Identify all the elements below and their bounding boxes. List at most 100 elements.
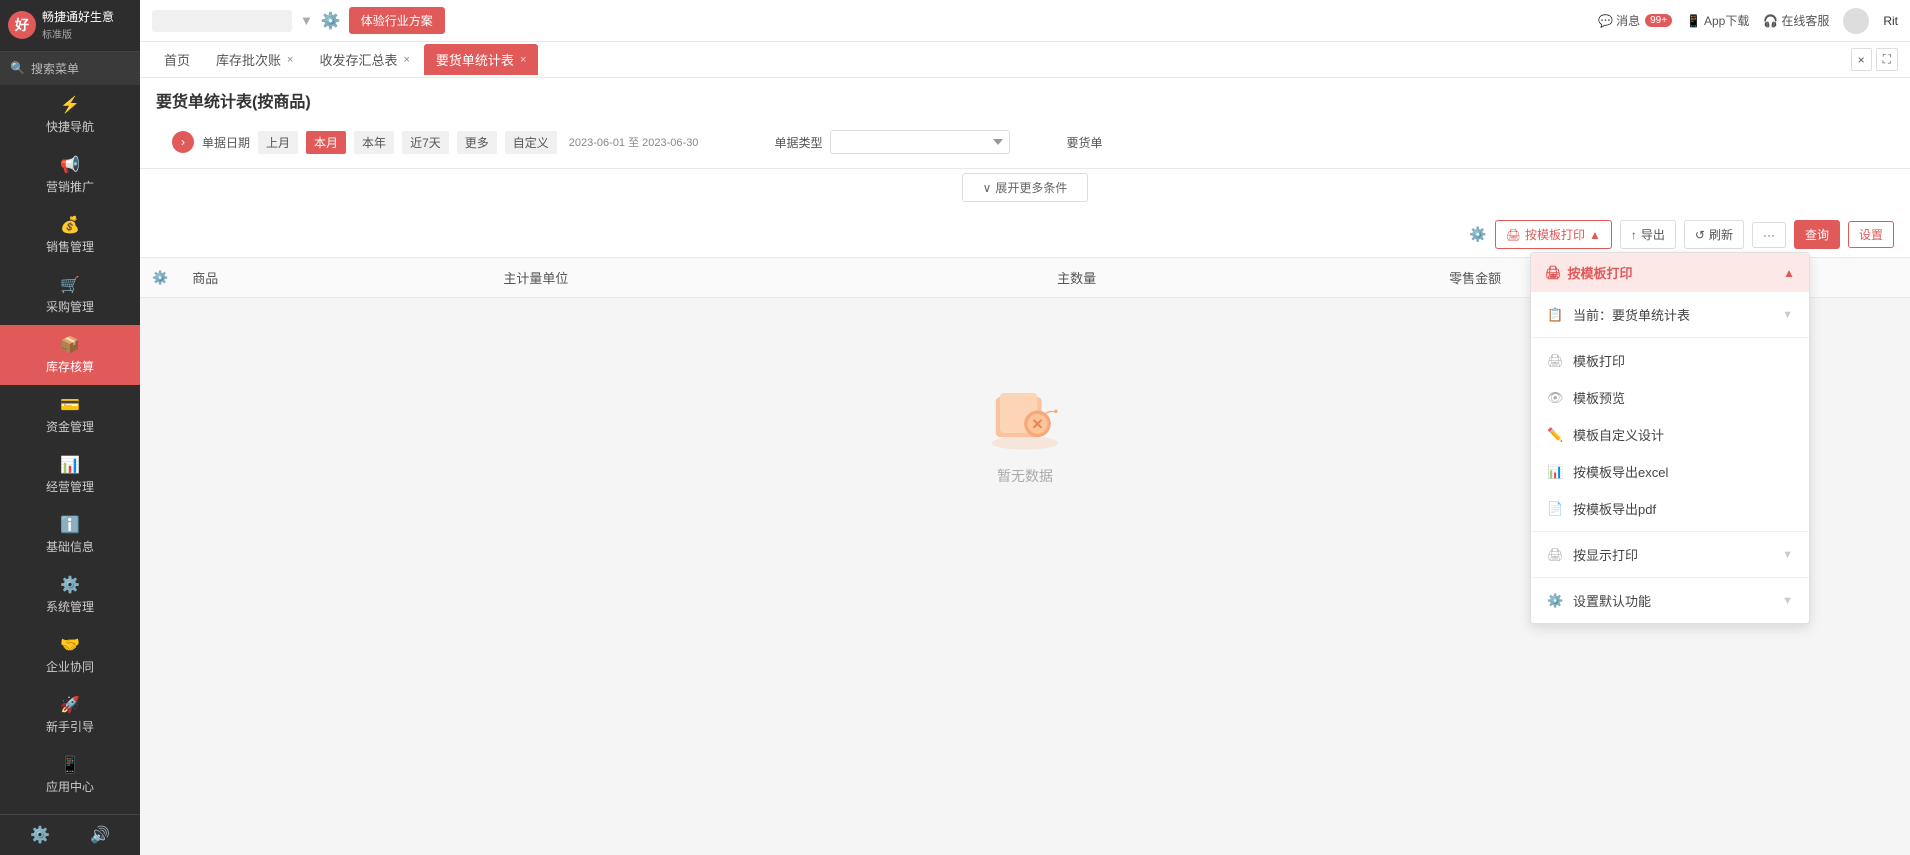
app-name: 畅捷通好生意 bbox=[42, 10, 114, 26]
dropdown-item-display-print[interactable]: 🖨 按显示打印 ▼ bbox=[1531, 536, 1809, 573]
sidebar-item-finance[interactable]: 💳 资金管理 bbox=[0, 385, 140, 445]
type-filter-select[interactable] bbox=[830, 130, 1010, 154]
toolbar-gear-icon[interactable]: ⚙️ bbox=[1469, 226, 1486, 243]
print-dropdown: 🖨 按模板打印 ▲ 📋 当前：要货单统计表 ▼ 🖨 模板打印 bbox=[1530, 252, 1810, 624]
dropdown-current-section: 📋 当前：要货单统计表 ▼ bbox=[1531, 292, 1809, 338]
sidebar-item-sales[interactable]: 💰 销售管理 bbox=[0, 205, 140, 265]
dropdown-title-label: 按模板打印 bbox=[1568, 263, 1633, 282]
tab-summary[interactable]: 收发存汇总表 × bbox=[307, 44, 421, 75]
sidebar-item-newbie[interactable]: 🚀 新手引导 bbox=[0, 685, 140, 745]
period-btn-7days[interactable]: 近7天 bbox=[402, 131, 449, 154]
info-icon: ℹ️ bbox=[60, 515, 80, 535]
message-section[interactable]: 💬 消息 99+ bbox=[1598, 12, 1672, 29]
avatar[interactable] bbox=[1843, 8, 1869, 34]
set-default-arrow: ▼ bbox=[1782, 595, 1793, 607]
period-btn-more[interactable]: 更多 bbox=[457, 131, 497, 154]
topbar: ▼ ⚙️ 体验行业方案 💬 消息 99+ 📱 App下载 🎧 在线客服 Rit bbox=[140, 0, 1910, 42]
sidebar-item-marketing[interactable]: 📢 营销推广 bbox=[0, 145, 140, 205]
period-btn-this-month[interactable]: 本月 bbox=[306, 131, 346, 154]
date-range-display: 2023-06-01 至 2023-06-30 bbox=[569, 134, 699, 150]
dropdown-item-set-default[interactable]: ⚙️ 设置默认功能 ▼ bbox=[1531, 582, 1809, 619]
sidebar-item-label: 快捷导航 bbox=[46, 118, 94, 135]
sidebar-search[interactable]: 🔍 搜索菜单 bbox=[0, 52, 140, 85]
tabs-close-all[interactable]: × bbox=[1851, 48, 1872, 71]
sidebar-item-label: 采购管理 bbox=[46, 298, 94, 315]
toolbar: ⚙️ 🖨 按模板打印 ▲ ↑ 导出 ↺ 刷新 ··· 查询 设置 bbox=[140, 212, 1910, 258]
tab-inventory-batch-close[interactable]: × bbox=[287, 54, 293, 66]
refresh-btn[interactable]: ↺ 刷新 bbox=[1684, 220, 1744, 249]
expand-more-label: 展开更多条件 bbox=[995, 179, 1067, 196]
sidebar-item-label: 新手引导 bbox=[46, 718, 94, 735]
tab-order-stats[interactable]: 要货单统计表 × bbox=[424, 44, 538, 75]
sidebar-item-label: 经营管理 bbox=[46, 478, 94, 495]
dropdown-item-export-excel[interactable]: 📊 按模板导出excel bbox=[1531, 453, 1809, 490]
period-btn-custom[interactable]: 自定义 bbox=[505, 131, 557, 154]
topbar-dropdown-icon[interactable]: ▼ bbox=[300, 13, 313, 28]
dropdown-item-export-pdf[interactable]: 📄 按模板导出pdf bbox=[1531, 490, 1809, 527]
tab-order-stats-label: 要货单统计表 bbox=[436, 50, 514, 69]
expand-more-btn[interactable]: ∨ 展开更多条件 bbox=[962, 173, 1089, 202]
sidebar-item-label: 库存核算 bbox=[46, 358, 94, 375]
period-btn-this-year[interactable]: 本年 bbox=[354, 131, 394, 154]
period-btn-last-month[interactable]: 上月 bbox=[258, 131, 298, 154]
sidebar-item-quick-nav[interactable]: ⚡ 快捷导航 bbox=[0, 85, 140, 145]
inventory-icon: 📦 bbox=[60, 335, 80, 355]
sidebar-item-label: 企业协同 bbox=[46, 658, 94, 675]
topbar-gear-icon[interactable]: ⚙️ bbox=[321, 11, 341, 31]
page-content: 要货单统计表(按商品) › 单据日期 上月 本月 本年 近7天 更多 自定义 2… bbox=[140, 78, 1910, 855]
purchase-icon: 🛒 bbox=[60, 275, 80, 295]
current-icon: 📋 bbox=[1547, 307, 1563, 323]
query-btn[interactable]: 查询 bbox=[1794, 220, 1840, 249]
message-icon: 💬 bbox=[1598, 14, 1613, 28]
dropdown-close-chevron[interactable]: ▲ bbox=[1783, 266, 1795, 280]
sidebar-item-operations[interactable]: 📊 经营管理 bbox=[0, 445, 140, 505]
topbar-search-input[interactable] bbox=[152, 10, 292, 32]
newbie-icon: 🚀 bbox=[60, 695, 80, 715]
filter-expand-arrow[interactable]: › bbox=[172, 131, 194, 153]
main-area: ▼ ⚙️ 体验行业方案 💬 消息 99+ 📱 App下载 🎧 在线客服 Rit bbox=[140, 0, 1910, 855]
settings-icon[interactable]: ⚙️ bbox=[30, 825, 50, 845]
print-icon: 🖨 bbox=[1506, 228, 1521, 242]
app-download-section[interactable]: 📱 App下载 bbox=[1686, 12, 1749, 29]
yaohuodan-label: 要货单 bbox=[1066, 134, 1102, 151]
no-data-illustration bbox=[975, 378, 1075, 458]
app-center-icon: 📱 bbox=[60, 755, 80, 775]
search-label: 搜索菜单 bbox=[31, 60, 79, 77]
sidebar-item-info[interactable]: ℹ️ 基础信息 bbox=[0, 505, 140, 565]
sidebar-item-label: 基础信息 bbox=[46, 538, 94, 555]
tab-order-stats-close[interactable]: × bbox=[520, 54, 526, 66]
template-design-icon: ✏️ bbox=[1547, 427, 1563, 443]
export-label: 导出 bbox=[1641, 226, 1665, 243]
search-icon: 🔍 bbox=[10, 61, 25, 75]
refresh-icon: ↺ bbox=[1695, 228, 1705, 242]
sidebar-item-system[interactable]: ⚙️ 系统管理 bbox=[0, 565, 140, 625]
sidebar-item-inventory[interactable]: 📦 库存核算 bbox=[0, 325, 140, 385]
dropdown-item-preview[interactable]: 👁 模板预览 bbox=[1531, 379, 1809, 416]
sidebar-item-purchase[interactable]: 🛒 采购管理 bbox=[0, 265, 140, 325]
app-badge: 标准版 bbox=[42, 26, 114, 41]
dropdown-item-custom-design[interactable]: ✏️ 模板自定义设计 bbox=[1531, 416, 1809, 453]
col-quantity: 主数量 bbox=[1045, 258, 1437, 298]
dropdown-title: 🖨 按模板打印 bbox=[1545, 263, 1633, 282]
dropdown-item-print[interactable]: 🖨 模板打印 bbox=[1531, 342, 1809, 379]
promo-button[interactable]: 体验行业方案 bbox=[349, 7, 445, 34]
app-download-label: App下载 bbox=[1704, 12, 1749, 29]
logo-icon: 好 bbox=[8, 11, 36, 39]
sidebar-item-app-center[interactable]: 📱 应用中心 bbox=[0, 745, 140, 805]
settings-btn[interactable]: 设置 bbox=[1848, 221, 1894, 248]
sidebar-bottom: ⚙️ 🔊 bbox=[0, 814, 140, 855]
filter-row: › 单据日期 上月 本月 本年 近7天 更多 自定义 2023-06-01 至 … bbox=[156, 122, 1894, 162]
tabs-expand[interactable]: ⛶ bbox=[1876, 48, 1898, 71]
sidebar-item-wechat[interactable]: 💬 企业微信 bbox=[0, 805, 140, 814]
tab-summary-close[interactable]: × bbox=[403, 54, 409, 66]
print-template-btn[interactable]: 🖨 按模板打印 ▲ bbox=[1495, 220, 1612, 249]
online-service-section[interactable]: 🎧 在线客服 bbox=[1763, 12, 1829, 29]
export-btn[interactable]: ↑ 导出 bbox=[1620, 220, 1676, 249]
audio-icon[interactable]: 🔊 bbox=[90, 825, 110, 845]
tab-inventory-batch[interactable]: 库存批次账 × bbox=[204, 44, 305, 75]
date-filter-label: 单据日期 bbox=[202, 134, 250, 151]
dropdown-current-item[interactable]: 📋 当前：要货单统计表 ▼ bbox=[1531, 296, 1809, 333]
sidebar-item-enterprise[interactable]: 🤝 企业协同 bbox=[0, 625, 140, 685]
tab-home[interactable]: 首页 bbox=[152, 44, 202, 75]
more-btn[interactable]: ··· bbox=[1752, 222, 1786, 248]
